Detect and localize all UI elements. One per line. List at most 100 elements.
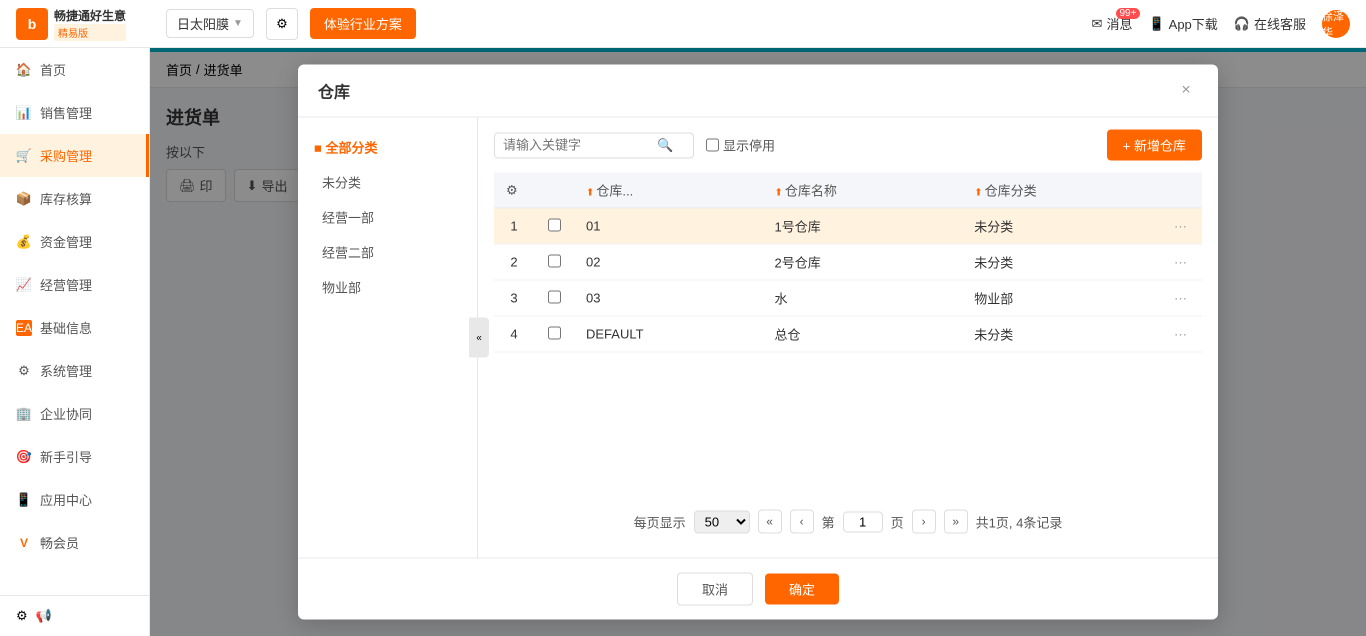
- row-more[interactable]: ···: [1162, 244, 1202, 280]
- search-input[interactable]: [503, 138, 653, 153]
- row-checkbox-cell[interactable]: [534, 280, 574, 316]
- membership-icon: V: [16, 535, 32, 551]
- table-header: ⚙ ⬆仓库... ⬆仓库名称 ⬆仓库分类: [494, 173, 1202, 209]
- industry-button[interactable]: 体验行业方案: [310, 8, 416, 39]
- disabled-checkbox[interactable]: [706, 139, 719, 152]
- sort-icon-name: ⬆: [775, 188, 783, 199]
- row-checkbox[interactable]: [548, 290, 561, 303]
- row-category: 未分类: [962, 208, 1162, 244]
- prev-page-button[interactable]: ‹: [790, 510, 814, 534]
- app-download-item[interactable]: 📱 App下载: [1148, 14, 1217, 33]
- th-category[interactable]: ⬆仓库分类: [962, 173, 1162, 209]
- th-name[interactable]: ⬆仓库名称: [763, 173, 963, 209]
- th-code[interactable]: ⬆仓库...: [574, 173, 763, 209]
- row-num: 3: [494, 280, 534, 316]
- store-selector[interactable]: 日太阳膜 ▼: [166, 9, 254, 38]
- next-page-button[interactable]: ›: [912, 510, 936, 534]
- sidebar-item-basic[interactable]: EA 基础信息: [0, 306, 149, 349]
- modal-title: 仓库: [318, 79, 350, 103]
- category-all-item[interactable]: ■ 全部分类: [298, 130, 477, 165]
- row-more[interactable]: ···: [1162, 316, 1202, 352]
- row-name: 水: [763, 280, 963, 316]
- sidebar-item-membership[interactable]: V 畅会员: [0, 521, 149, 564]
- row-name: 2号仓库: [763, 244, 963, 280]
- sort-icon-cat: ⬆: [974, 188, 982, 199]
- sidebar: 🏠 首页 📊 销售管理 🛒 采购管理 📦 库存核算 💰 资金管理 📈 经营管理 …: [0, 48, 150, 636]
- settings-bottom-icon[interactable]: ⚙: [16, 608, 28, 624]
- table-toolbar: 🔍 显示停用 + 新增仓库: [494, 130, 1202, 161]
- settings-icon[interactable]: ⚙: [266, 8, 298, 40]
- search-icon: 🔍: [657, 137, 673, 153]
- table-panel: 🔍 显示停用 + 新增仓库 ⚙: [478, 118, 1218, 558]
- sidebar-item-finance[interactable]: 💰 资金管理: [0, 220, 149, 263]
- row-code: DEFAULT: [574, 316, 763, 352]
- logo-icon: b: [16, 8, 48, 40]
- basic-icon: EA: [16, 320, 32, 336]
- modal-footer: 取消 确定: [298, 558, 1218, 620]
- online-service-item[interactable]: 🎧 在线客服: [1234, 14, 1306, 33]
- row-checkbox[interactable]: [548, 218, 561, 231]
- th-gear[interactable]: ⚙: [494, 173, 534, 209]
- message-item[interactable]: ✉ 消息 99+: [1092, 14, 1133, 33]
- page-size-select[interactable]: 50 20 100: [694, 510, 750, 533]
- last-page-button[interactable]: »: [944, 510, 968, 534]
- row-more[interactable]: ···: [1162, 208, 1202, 244]
- purchase-icon: 🛒: [16, 148, 32, 164]
- row-category: 未分类: [962, 244, 1162, 280]
- user-avatar-area[interactable]: 徐泽华: [1322, 10, 1350, 38]
- modal-close-button[interactable]: ×: [1174, 79, 1198, 103]
- system-icon: ⚙: [16, 363, 32, 379]
- row-more[interactable]: ···: [1162, 280, 1202, 316]
- row-checkbox[interactable]: [548, 254, 561, 267]
- page-number-input[interactable]: [843, 511, 883, 532]
- search-box: 🔍: [494, 132, 694, 158]
- speaker-icon[interactable]: 📢: [36, 608, 52, 624]
- inventory-icon: 📦: [16, 191, 32, 207]
- collapse-panel-button[interactable]: «: [469, 318, 489, 358]
- row-checkbox[interactable]: [548, 326, 561, 339]
- headset-icon: 🎧: [1234, 16, 1250, 32]
- th-actions: [1162, 173, 1202, 209]
- row-code: 02: [574, 244, 763, 280]
- apps-icon: 📱: [16, 492, 32, 508]
- show-disabled-checkbox[interactable]: 显示停用: [706, 136, 775, 155]
- category-item-ops1[interactable]: 经营一部: [298, 200, 477, 235]
- row-checkbox-cell[interactable]: [534, 244, 574, 280]
- table-row[interactable]: 3 03 水 物业部 ···: [494, 280, 1202, 316]
- sort-icon: ⬆: [586, 188, 594, 199]
- row-checkbox-cell[interactable]: [534, 316, 574, 352]
- operation-icon: 📈: [16, 277, 32, 293]
- table-row[interactable]: 4 DEFAULT 总仓 未分类 ···: [494, 316, 1202, 352]
- sidebar-item-sales[interactable]: 📊 销售管理: [0, 91, 149, 134]
- sidebar-item-enterprise[interactable]: 🏢 企业协同: [0, 392, 149, 435]
- guide-icon: 🎯: [16, 449, 32, 465]
- row-category: 物业部: [962, 280, 1162, 316]
- sidebar-item-system[interactable]: ⚙ 系统管理: [0, 349, 149, 392]
- th-checkbox: [534, 173, 574, 209]
- row-num: 1: [494, 208, 534, 244]
- row-num: 2: [494, 244, 534, 280]
- warehouse-modal: 仓库 × ■ 全部分类 未分类 经营一部 经营二部 物业部 «: [298, 65, 1218, 620]
- sidebar-item-purchase[interactable]: 🛒 采购管理: [0, 134, 149, 177]
- home-icon: 🏠: [16, 62, 32, 78]
- dropdown-arrow-icon: ▼: [233, 18, 243, 29]
- header-right: ✉ 消息 99+ 📱 App下载 🎧 在线客服 徐泽华: [1092, 10, 1350, 38]
- top-header: b 畅捷通好生意 精易版 日太阳膜 ▼ ⚙ 体验行业方案 ✉ 消息 99+ 📱 …: [0, 0, 1366, 48]
- row-checkbox-cell[interactable]: [534, 208, 574, 244]
- cancel-button[interactable]: 取消: [677, 573, 753, 606]
- sidebar-item-inventory[interactable]: 📦 库存核算: [0, 177, 149, 220]
- table-row[interactable]: 1 01 1号仓库 未分类 ···: [494, 208, 1202, 244]
- category-item-ops2[interactable]: 经营二部: [298, 235, 477, 270]
- first-page-button[interactable]: «: [758, 510, 782, 534]
- new-warehouse-button[interactable]: + 新增仓库: [1107, 130, 1202, 161]
- confirm-button[interactable]: 确定: [765, 574, 839, 605]
- sidebar-item-home[interactable]: 🏠 首页: [0, 48, 149, 91]
- category-item-unclassified[interactable]: 未分类: [298, 165, 477, 200]
- sidebar-item-guide[interactable]: 🎯 新手引导: [0, 435, 149, 478]
- category-item-property[interactable]: 物业部: [298, 270, 477, 305]
- modal-header: 仓库 ×: [298, 65, 1218, 118]
- sales-icon: 📊: [16, 105, 32, 121]
- sidebar-item-apps[interactable]: 📱 应用中心: [0, 478, 149, 521]
- table-row[interactable]: 2 02 2号仓库 未分类 ···: [494, 244, 1202, 280]
- sidebar-item-operation[interactable]: 📈 经营管理: [0, 263, 149, 306]
